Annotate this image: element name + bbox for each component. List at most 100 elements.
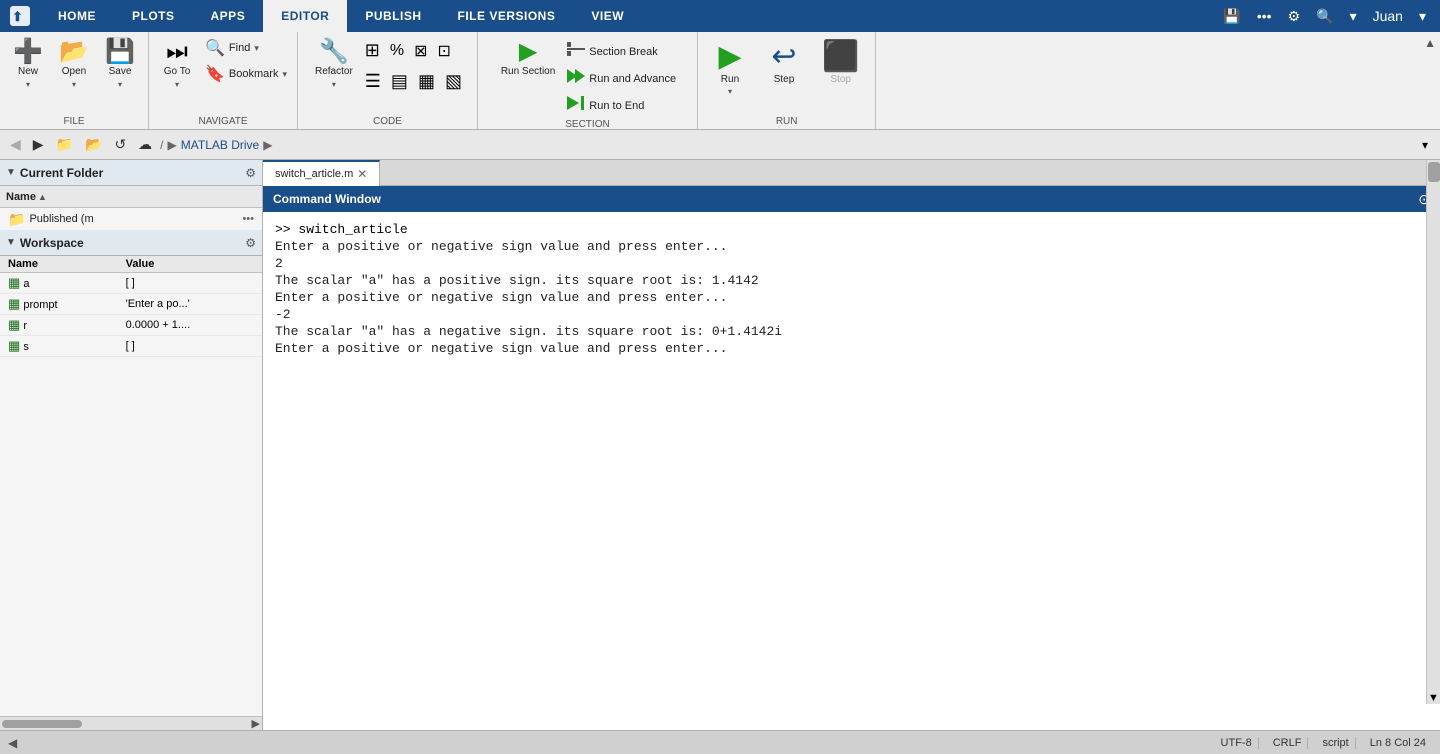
more-icon[interactable]: ••• — [1251, 6, 1278, 26]
bookmark-arrow[interactable]: ▾ — [282, 69, 287, 80]
code-btn5[interactable]: ▦ — [414, 69, 439, 94]
current-folder-header: ▼ Current Folder ⚙ — [0, 160, 262, 186]
editor-tab-switch-article[interactable]: switch_article.m ✕ — [263, 160, 380, 186]
save-button[interactable]: 💾 Save ▾ — [98, 36, 142, 93]
folder-sort-icon: ▲ — [38, 192, 47, 202]
run-section-button[interactable]: ▶ Run Section — [495, 36, 561, 82]
dropdown-icon[interactable]: ▾ — [1344, 6, 1363, 27]
folder-menu-icon[interactable]: ••• — [242, 213, 254, 225]
tab-plots[interactable]: PLOTS — [114, 0, 193, 32]
published-folder-item[interactable]: 📁 Published (m ••• — [0, 208, 262, 230]
folder-col-name-label[interactable]: Name ▲ — [6, 191, 47, 203]
ribbon-expand-icon[interactable]: ▲ — [1424, 36, 1436, 50]
var-name-s: s — [23, 341, 29, 353]
settings-icon[interactable]: ⚙ — [1282, 6, 1307, 27]
new-arrow[interactable]: ▾ — [26, 80, 30, 89]
tab-close-icon[interactable]: ✕ — [357, 167, 367, 181]
status-scroll-left[interactable]: ◀ — [8, 736, 17, 750]
tab-home[interactable]: HOME — [40, 0, 114, 32]
search-icon[interactable]: 🔍 — [1310, 6, 1339, 27]
find-arrow[interactable]: ▾ — [254, 43, 259, 54]
current-folder-config-icon[interactable]: ⚙ — [245, 166, 256, 180]
indent-increase-button[interactable]: ⊞ — [361, 38, 384, 63]
tab-view[interactable]: VIEW — [573, 0, 642, 32]
editor-tab-label: switch_article.m — [275, 168, 353, 180]
ribbon-navigate-items: ⏭ Go To ▾ 🔍 Find ▾ 🔖 Bookmark ▾ — [155, 36, 291, 114]
table-row[interactable]: ▦ s [ ] — [0, 336, 262, 357]
user-name[interactable]: Juan — [1367, 6, 1409, 26]
up-button[interactable]: 📁 — [52, 134, 77, 155]
table-row[interactable]: ▦ prompt 'Enter a po...' — [0, 294, 262, 315]
user-arrow[interactable]: ▾ — [1413, 6, 1432, 27]
run-to-end-button[interactable]: Run to End — [563, 94, 680, 117]
scroll-right-arrow[interactable]: ▶ — [252, 717, 260, 730]
ribbon-expand[interactable]: ▲ — [1420, 32, 1440, 129]
open-button[interactable]: 📂 Open ▾ — [52, 36, 96, 93]
workspace-collapse[interactable]: ▼ — [6, 237, 16, 248]
back-button[interactable]: ◀ — [6, 134, 25, 155]
section-break-button[interactable]: Section Break — [563, 40, 680, 63]
cmd-line-1: Enter a positive or negative sign value … — [275, 239, 1428, 254]
stop-button[interactable]: ⬛ Stop — [812, 36, 869, 91]
save-arrow[interactable]: ▾ — [118, 80, 122, 89]
refresh-button[interactable]: ↺ — [110, 134, 130, 155]
addr-sep2: ▶ — [168, 138, 177, 152]
vertical-scrollbar[interactable]: ▼ — [1426, 160, 1440, 704]
cmd-content[interactable]: >> switch_article Enter a positive or ne… — [263, 212, 1440, 730]
code-icon6: ▧ — [445, 71, 462, 92]
ribbon-section-items: ▶ Run Section Section Break — [495, 36, 680, 117]
code-btn6[interactable]: ▧ — [441, 69, 466, 94]
code-icon5: ▦ — [418, 71, 435, 92]
code-btn2[interactable]: ⊠ — [410, 38, 431, 63]
matlab-drive-link[interactable]: MATLAB Drive — [181, 138, 259, 152]
tab-publish[interactable]: PUBLISH — [347, 0, 439, 32]
run-arrow[interactable]: ▾ — [728, 87, 732, 96]
browse-button[interactable]: 📂 — [81, 134, 106, 155]
tab-editor[interactable]: EDITOR — [263, 0, 347, 32]
run-and-advance-button[interactable]: Run and Advance — [563, 67, 680, 90]
var-icon-s: ▦ — [8, 338, 20, 353]
menu-bar: ⬆ HOME PLOTS APPS EDITOR PUBLISH FILE VE… — [0, 0, 1440, 32]
left-panel: ▼ Current Folder ⚙ Name ▲ 📁 Published (m… — [0, 160, 263, 730]
tab-file-versions[interactable]: FILE VERSIONS — [440, 0, 574, 32]
code-btn3[interactable]: ⊡ — [434, 38, 455, 63]
run-button[interactable]: ▶ Run ▾ — [704, 36, 756, 102]
forward-button[interactable]: ▶ — [29, 134, 48, 155]
navigate-col: 🔍 Find ▾ 🔖 Bookmark ▾ — [201, 36, 291, 86]
var-value-prompt: 'Enter a po...' — [118, 294, 262, 315]
run-section-icon: ▶ — [519, 40, 537, 64]
new-button[interactable]: ➕ New ▾ — [6, 36, 50, 93]
workspace-config-icon[interactable]: ⚙ — [245, 236, 256, 250]
bookmark-button[interactable]: 🔖 Bookmark ▾ — [201, 62, 291, 86]
vscroll-thumb[interactable] — [1428, 162, 1440, 182]
code-btn4[interactable]: ▤ — [387, 69, 412, 94]
table-row[interactable]: ▦ r 0.0000 + 1.... — [0, 315, 262, 336]
var-value-r: 0.0000 + 1.... — [118, 315, 262, 336]
table-row[interactable]: ▦ a [ ] — [0, 273, 262, 294]
cmd-header: Command Window ⊙ — [263, 186, 1440, 212]
addr-sep3: ▶ — [263, 138, 272, 152]
position-status: Ln 8 Col 24 — [1364, 737, 1432, 749]
current-folder-collapse[interactable]: ▼ — [6, 167, 16, 178]
vscroll-down[interactable]: ▼ — [1427, 692, 1440, 704]
step-button[interactable]: ↩ Step — [758, 36, 810, 91]
find-button[interactable]: 🔍 Find ▾ — [201, 36, 291, 60]
smartindent-button[interactable]: ☰ — [361, 69, 385, 94]
run-group-label: RUN — [776, 114, 798, 127]
scrollbar-thumb[interactable] — [2, 720, 82, 728]
left-scrollbar[interactable]: ▶ — [0, 716, 262, 730]
open-icon: 📂 — [59, 40, 89, 64]
refactor-button[interactable]: 🔧 Refactor ▾ — [309, 36, 359, 93]
stop-icon: ⬛ — [822, 42, 859, 72]
var-value-a: [ ] — [118, 273, 262, 294]
goto-arrow[interactable]: ▾ — [175, 80, 179, 89]
open-arrow[interactable]: ▾ — [72, 80, 76, 89]
percent-button[interactable]: % — [386, 38, 408, 63]
save-quick-icon[interactable]: 💾 — [1217, 6, 1246, 27]
new-icon: ➕ — [13, 40, 43, 64]
refactor-arrow[interactable]: ▾ — [332, 80, 336, 89]
code-format-col: ⊞ % ⊠ ⊡ ☰ ▤ — [361, 36, 466, 96]
address-dropdown[interactable]: ▾ — [1416, 136, 1434, 154]
goto-button[interactable]: ⏭ Go To ▾ — [155, 36, 199, 93]
tab-apps[interactable]: APPS — [193, 0, 264, 32]
